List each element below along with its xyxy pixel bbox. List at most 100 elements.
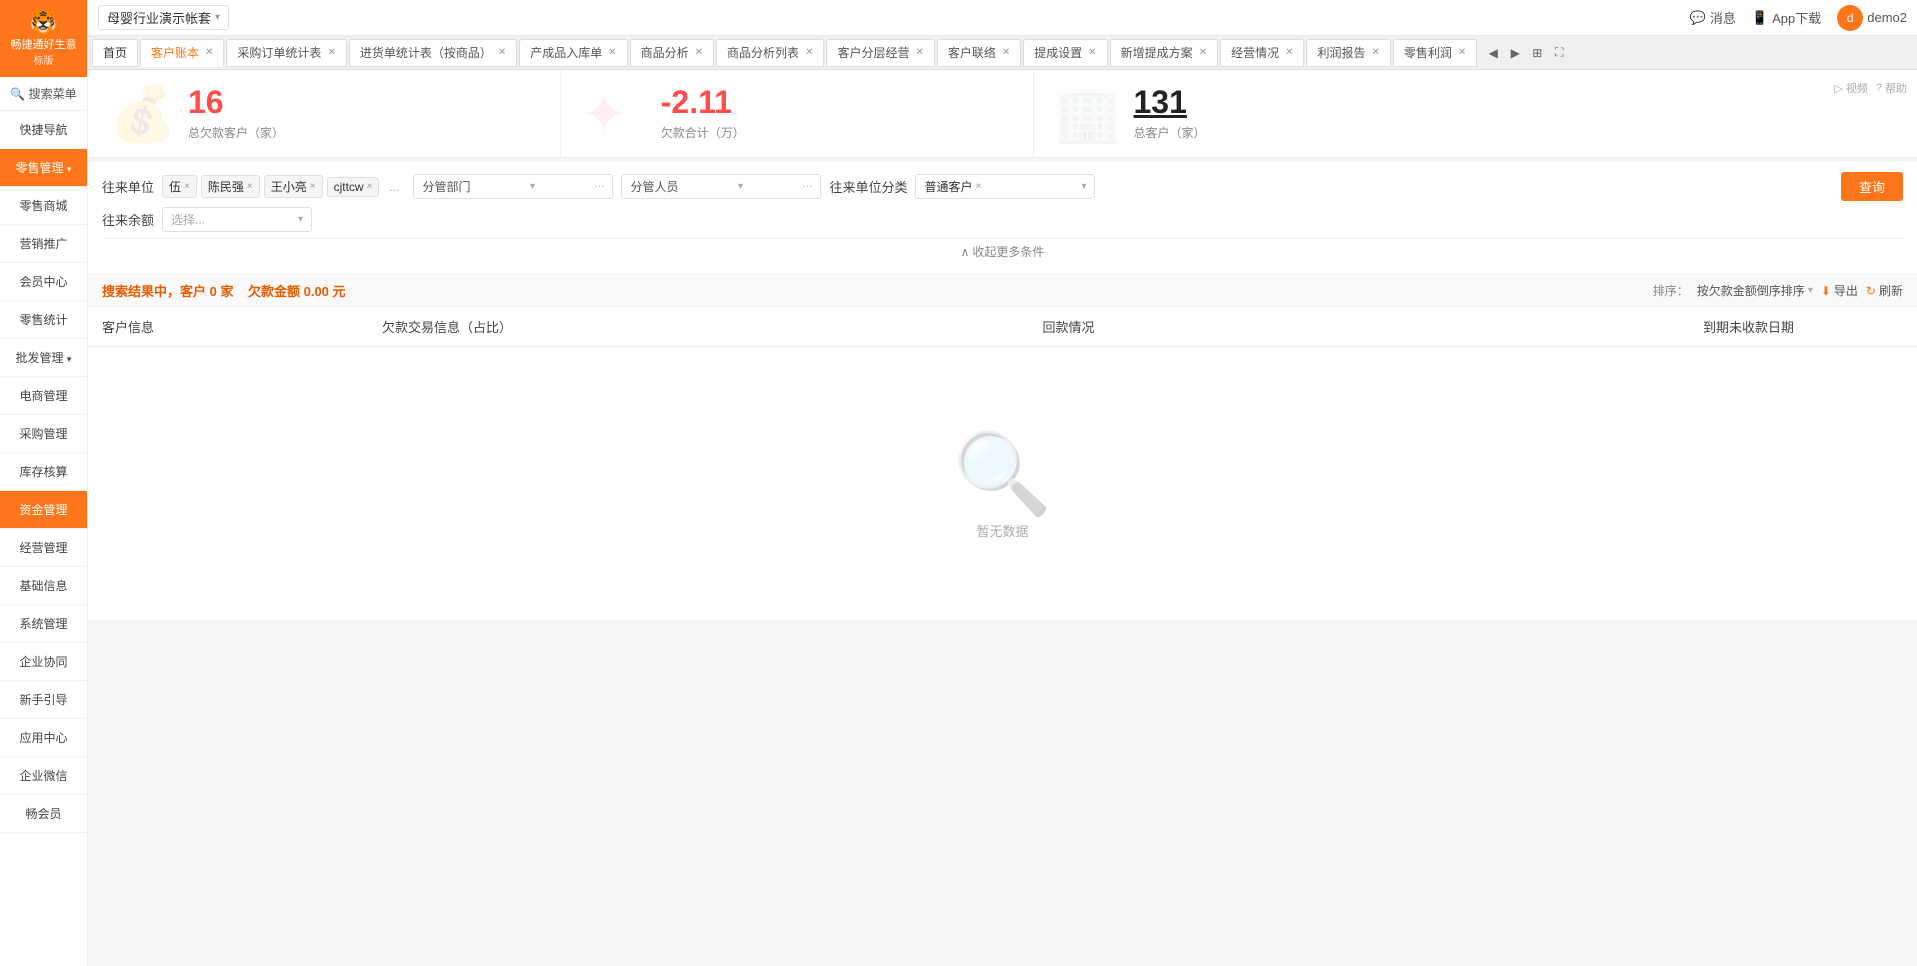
tab-menu-btn[interactable]: ⊞ <box>1527 43 1547 63</box>
sidebar-item-enterprise-collab[interactable]: 企业协同 <box>0 643 87 681</box>
tab-close-icon[interactable]: ✕ <box>205 47 213 58</box>
col-header-repayment: 回款情况 <box>1043 317 1704 336</box>
tab-close-icon[interactable]: ✕ <box>1285 47 1293 58</box>
topbar: 母婴行业演示帐套 ▾ 💬 消息 📱 App下载 d demo2 <box>88 0 1917 36</box>
avatar: d <box>1837 5 1863 31</box>
tab-production-in[interactable]: 产成品入库单 ✕ <box>519 39 627 67</box>
results-amount-unit: 元 <box>333 284 346 299</box>
sidebar-item-basic-info[interactable]: 基础信息 <box>0 567 87 605</box>
tab-product-analysis[interactable]: 商品分析 ✕ <box>630 39 714 67</box>
tab-customer-segment[interactable]: 客户分层经营 ✕ <box>826 39 934 67</box>
video-help-btn[interactable]: ▷ 视频 <box>1834 80 1867 96</box>
tab-close-icon[interactable]: ✕ <box>1002 47 1010 58</box>
collapse-btn[interactable]: ∧ 收起更多条件 <box>102 239 1903 264</box>
play-icon: ▷ <box>1834 82 1842 95</box>
sidebar-item-wholesale-mgmt[interactable]: 批发管理 ▾ <box>0 339 87 377</box>
main-area: 母婴行业演示帐套 ▾ 💬 消息 📱 App下载 d demo2 首页 客户账本 <box>88 0 1917 966</box>
tab-prev-btn[interactable]: ◀ <box>1483 43 1503 63</box>
unit-category-select[interactable]: 普通客户 × ▾ <box>915 174 1095 199</box>
refresh-btn[interactable]: ↻ 刷新 <box>1866 282 1903 299</box>
content-area: 💰 16 总欠款客户（家） ✦ -2.11 欠款合计（万） 🏢 131 <box>88 70 1917 966</box>
sidebar-item-marketing[interactable]: 营销推广 <box>0 225 87 263</box>
sidebar-item-app-center[interactable]: 应用中心 <box>0 719 87 757</box>
tab-close-icon[interactable]: ✕ <box>327 47 335 58</box>
sidebar-item-enterprise-wechat[interactable]: 企业微信 <box>0 757 87 795</box>
message-btn[interactable]: 💬 消息 <box>1690 8 1736 27</box>
stat-content: 131 总客户（家） <box>1134 86 1206 141</box>
sidebar-item-inventory[interactable]: 库存核算 <box>0 453 87 491</box>
tab-customer-contact[interactable]: 客户联络 ✕ <box>937 39 1021 67</box>
sidebar-item-vip-member[interactable]: 畅会员 <box>0 795 87 833</box>
tab-close-icon[interactable]: ✕ <box>1088 47 1096 58</box>
dept-select[interactable]: 分管部门 ▾ ··· <box>413 174 613 199</box>
chevron-up-icon: ∧ <box>961 245 970 259</box>
tag-text: cjttcw <box>334 180 364 194</box>
tab-close-icon[interactable]: ✕ <box>915 47 923 58</box>
sidebar-item-retail-mall[interactable]: 零售商城 <box>0 187 87 225</box>
sidebar-item-ops-mgmt[interactable]: 经营管理 <box>0 529 87 567</box>
tab-profit-report[interactable]: 利润报告 ✕ <box>1306 39 1390 67</box>
sidebar-item-label: 经营管理 <box>19 541 67 555</box>
sidebar-item-retail-stats[interactable]: 零售统计 <box>0 301 87 339</box>
tab-close-icon[interactable]: ✕ <box>1458 47 1466 58</box>
tab-close-icon[interactable]: ✕ <box>608 47 616 58</box>
sidebar-item-retail-mgmt[interactable]: 零售管理 ▾ <box>0 149 87 187</box>
app-download-btn[interactable]: 📱 App下载 <box>1752 8 1821 27</box>
tag-close-icon[interactable]: × <box>975 181 981 192</box>
tab-product-analysis-list[interactable]: 商品分析列表 ✕ <box>716 39 824 67</box>
tab-close-icon[interactable]: ✕ <box>1372 47 1380 58</box>
sidebar-item-sys-mgmt[interactable]: 系统管理 <box>0 605 87 643</box>
tab-close-icon[interactable]: ✕ <box>695 47 703 58</box>
tab-label: 客户账本 <box>151 44 199 61</box>
topbar-left: 母婴行业演示帐套 ▾ <box>98 5 229 30</box>
user-profile[interactable]: d demo2 <box>1837 5 1907 31</box>
search-icon: 🔍 <box>10 87 25 101</box>
sidebar-item-label: 电商管理 <box>19 389 67 403</box>
tab-purchase-order-stats[interactable]: 采购订单统计表 ✕ <box>226 39 346 67</box>
stat-value: 16 <box>188 86 284 118</box>
tab-home[interactable]: 首页 <box>92 39 138 67</box>
account-dropdown[interactable]: 母婴行业演示帐套 ▾ <box>98 5 229 30</box>
refresh-icon: ↻ <box>1866 284 1876 298</box>
tab-customer-book[interactable]: 客户账本 ✕ <box>140 39 224 67</box>
tab-maximize-btn[interactable]: ⛶ <box>1549 43 1569 63</box>
tag-close-icon[interactable]: × <box>184 181 190 192</box>
tag-close-icon[interactable]: × <box>310 181 316 192</box>
sidebar-item-ecom-mgmt[interactable]: 电商管理 <box>0 377 87 415</box>
tab-biz-situation[interactable]: 经营情况 ✕ <box>1220 39 1304 67</box>
tag-close-icon[interactable]: × <box>247 181 253 192</box>
sidebar-item-capital-mgmt[interactable]: 资金管理 <box>0 491 87 529</box>
filter-tag-more[interactable]: ... <box>383 178 405 196</box>
tab-new-raise-plan[interactable]: 新增提成方案 ✕ <box>1110 39 1218 67</box>
dept-placeholder: 分管部门 <box>422 178 470 195</box>
tab-close-icon[interactable]: ✕ <box>805 47 813 58</box>
tab-label: 客户联络 <box>948 44 996 61</box>
sidebar-logo[interactable]: 🐯 畅捷通好生意 标版 <box>0 0 87 77</box>
sidebar-item-new-guide[interactable]: 新手引导 <box>0 681 87 719</box>
tab-close-icon[interactable]: ✕ <box>498 47 506 58</box>
sort-label: 按欠款金额倒序排序 <box>1697 282 1805 299</box>
export-btn[interactable]: ⬇ 导出 <box>1821 282 1858 299</box>
sort-select[interactable]: 按欠款金额倒序排序 ▾ <box>1697 282 1813 299</box>
more-options-icon: ··· <box>594 181 604 192</box>
sidebar-item-member-center[interactable]: 会员中心 <box>0 263 87 301</box>
sidebar-item-label: 零售商城 <box>19 199 67 213</box>
tab-raise-settings[interactable]: 提成设置 ✕ <box>1023 39 1107 67</box>
tag-close-icon[interactable]: × <box>367 181 373 192</box>
stat-content: -2.11 欠款合计（万） <box>661 86 745 141</box>
tab-label: 新增提成方案 <box>1121 44 1193 61</box>
person-select[interactable]: 分管人员 ▾ ··· <box>621 174 821 199</box>
tab-next-btn[interactable]: ▶ <box>1505 43 1525 63</box>
tab-stock-stats[interactable]: 进货单统计表（按商品） ✕ <box>349 39 517 67</box>
tab-close-icon[interactable]: ✕ <box>1199 47 1207 58</box>
empty-state: 🔍 暂无数据 <box>88 347 1917 620</box>
sidebar-search[interactable]: 🔍 搜索菜单 <box>0 77 87 111</box>
balance-select[interactable]: 选择... ▾ <box>162 207 312 232</box>
query-button[interactable]: 查询 <box>1841 172 1903 201</box>
sidebar-item-quick-nav[interactable]: 快捷导航 <box>0 111 87 149</box>
sidebar-item-purchase-mgmt[interactable]: 采购管理 <box>0 415 87 453</box>
balance-placeholder: 选择... <box>171 211 205 228</box>
tab-retail-profit[interactable]: 零售利润 ✕ <box>1393 39 1477 67</box>
tag-text: 伍 <box>169 178 181 195</box>
help-btn[interactable]: ? 帮助 <box>1876 80 1907 96</box>
